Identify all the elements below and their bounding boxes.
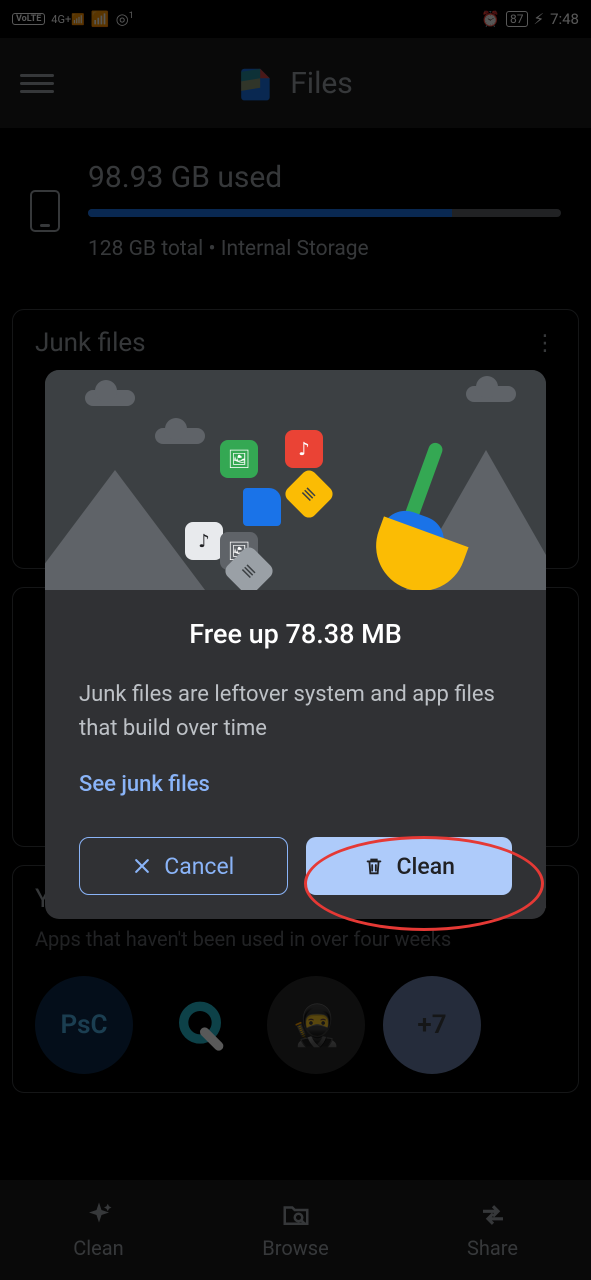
trash-icon: [363, 855, 385, 877]
share-icon: [478, 1200, 508, 1230]
charging-icon: ⚡: [534, 10, 545, 28]
cleanup-dialog: 🖼 ♪ ≡ ♪ 🖼 ≡ Free up 78.38 MB Junk files …: [45, 370, 546, 919]
dialog-actions: Cancel Clean: [79, 837, 512, 895]
volte-badge: VoLTE: [12, 13, 45, 25]
storage-progress-fill: [88, 209, 452, 217]
app-bar: Files: [0, 38, 591, 128]
dialog-body: Free up 78.38 MB Junk files are leftover…: [45, 590, 546, 919]
ninja-icon: 🥷: [291, 1002, 341, 1049]
nav-clean-label: Clean: [73, 1236, 123, 1260]
storage-used-label: 98.93 GB used: [88, 160, 561, 195]
debris-note-icon: ♪: [185, 522, 223, 560]
unused-card-subtitle: Apps that haven't been used in over four…: [35, 924, 556, 954]
debris-folder-icon: [243, 488, 281, 526]
storage-progress: [88, 209, 561, 217]
storage-total-label: 128 GB total • Internal Storage: [88, 237, 561, 261]
app-ninja[interactable]: 🥷: [267, 976, 365, 1074]
dialog-illustration: 🖼 ♪ ≡ ♪ 🖼 ≡: [45, 370, 546, 590]
status-right: ⏰ 87 ⚡ 7:48: [481, 10, 579, 28]
junk-card-title: Junk files: [35, 328, 146, 358]
storage-info: 98.93 GB used 128 GB total • Internal St…: [88, 160, 561, 261]
debris-music-icon: ♪: [285, 430, 323, 468]
files-logo-icon: [238, 64, 276, 102]
nav-browse-label: Browse: [262, 1236, 328, 1260]
debris-doc-icon: ≡: [282, 467, 336, 521]
clean-label: Clean: [397, 853, 455, 880]
folder-search-icon: [281, 1200, 311, 1230]
unused-app-row: PsC 🥷 +7: [35, 976, 556, 1074]
nav-share[interactable]: Share: [394, 1180, 591, 1280]
app-title-wrap: Files: [20, 64, 571, 102]
close-icon: [132, 856, 152, 876]
nav-clean[interactable]: Clean: [0, 1180, 197, 1280]
status-left: VoLTE 4G+📶 📶 ◎1: [12, 10, 134, 28]
app-psc[interactable]: PsC: [35, 976, 133, 1074]
signal-icon: 📶: [91, 10, 110, 28]
alarm-icon: ⏰: [481, 10, 500, 28]
app-q[interactable]: [151, 976, 249, 1074]
storage-section[interactable]: 98.93 GB used 128 GB total • Internal St…: [0, 128, 591, 291]
cancel-button[interactable]: Cancel: [79, 837, 288, 895]
clean-button[interactable]: Clean: [306, 837, 513, 895]
bottom-nav: Clean Browse Share: [0, 1180, 591, 1280]
battery-indicator: 87: [506, 11, 528, 27]
nav-share-label: Share: [467, 1236, 518, 1260]
dialog-description: Junk files are leftover system and app f…: [79, 678, 512, 746]
debris-image-icon: 🖼: [220, 440, 258, 478]
app-more[interactable]: +7: [383, 976, 481, 1074]
app-title: Files: [290, 66, 353, 101]
dialog-title: Free up 78.38 MB: [79, 618, 512, 650]
nav-browse[interactable]: Browse: [197, 1180, 394, 1280]
phone-icon: [30, 190, 60, 232]
hotspot-icon: ◎1: [116, 10, 134, 28]
sparkle-icon: [84, 1200, 114, 1230]
signal-4g-icon: 4G+📶: [51, 13, 85, 26]
junk-card-menu-icon[interactable]: ⋮: [534, 331, 556, 356]
q-icon: [172, 997, 228, 1053]
clock: 7:48: [550, 10, 579, 28]
status-bar: VoLTE 4G+📶 📶 ◎1 ⏰ 87 ⚡ 7:48: [0, 0, 591, 38]
cancel-label: Cancel: [164, 853, 234, 880]
see-junk-files-link[interactable]: See junk files: [79, 772, 512, 797]
